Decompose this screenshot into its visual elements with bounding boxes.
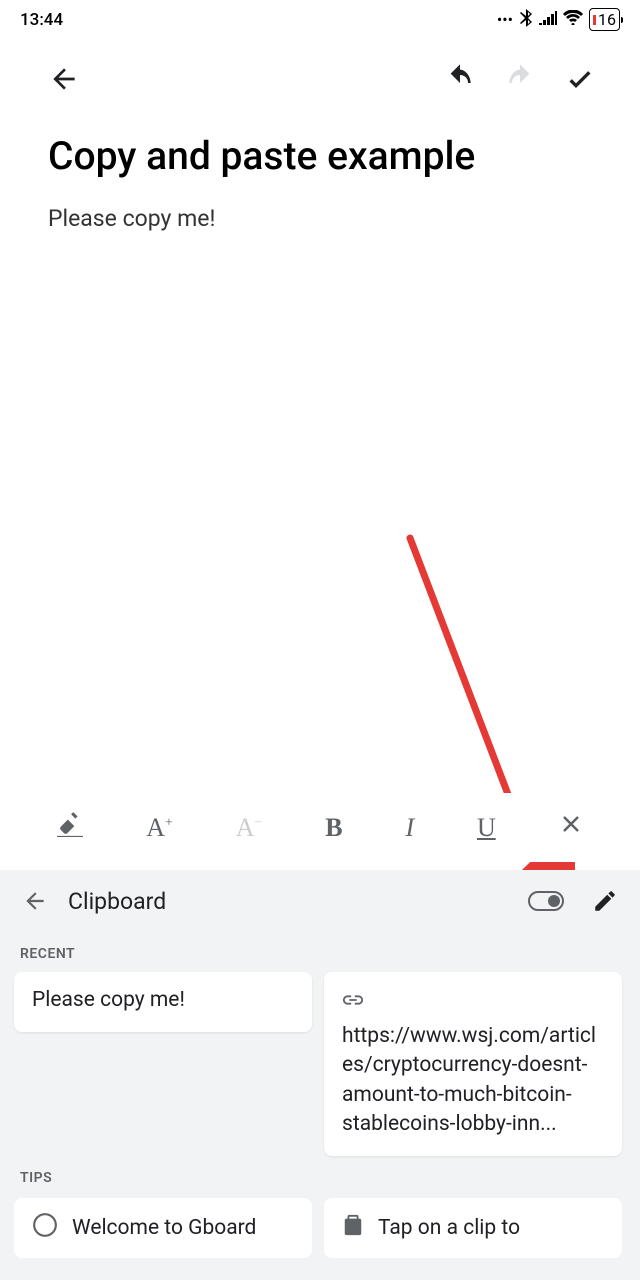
- document-content[interactable]: Copy and paste example Please copy me!: [0, 133, 640, 232]
- document-body[interactable]: Please copy me!: [48, 205, 592, 232]
- signal-icon: [539, 10, 557, 29]
- tip-item[interactable]: Tap on a clip to: [324, 1198, 622, 1258]
- clipboard-icon: [342, 1212, 364, 1244]
- recent-clips: Please copy me! https://www.wsj.com/arti…: [0, 972, 640, 1156]
- more-icon: •••: [497, 10, 513, 29]
- clipboard-back-button[interactable]: [14, 880, 56, 922]
- redo-button[interactable]: [496, 55, 544, 103]
- tip-text: Welcome to Gboard: [72, 1216, 256, 1240]
- tips-label: TIPS: [0, 1156, 640, 1196]
- tip-item[interactable]: Welcome to Gboard: [14, 1198, 312, 1258]
- clipboard-header: Clipboard: [0, 870, 640, 932]
- clip-item[interactable]: Please copy me!: [14, 972, 312, 1032]
- status-time: 13:44: [20, 10, 63, 30]
- smiley-icon: [32, 1212, 58, 1244]
- back-button[interactable]: [40, 55, 88, 103]
- underline-button[interactable]: U: [467, 809, 506, 847]
- app-toolbar: [0, 39, 640, 119]
- format-toolbar: A+ A− B I U: [0, 793, 640, 862]
- tips-row: Welcome to Gboard Tap on a clip to: [0, 1198, 640, 1258]
- clipboard-toggle[interactable]: [520, 883, 572, 919]
- clipboard-title: Clipboard: [68, 888, 508, 915]
- highlight-button[interactable]: [47, 807, 93, 848]
- battery-level: 16: [598, 10, 616, 29]
- toggle-icon: [528, 891, 564, 911]
- clip-item[interactable]: https://www.wsj.com/articles/cryptocurre…: [324, 972, 622, 1156]
- clip-text: Please copy me!: [32, 988, 185, 1012]
- done-button[interactable]: [556, 55, 604, 103]
- document-title[interactable]: Copy and paste example: [48, 133, 592, 179]
- bluetooth-icon: [519, 9, 533, 31]
- italic-button[interactable]: I: [395, 809, 424, 847]
- status-bar: 13:44 ••• 16: [0, 0, 640, 39]
- battery-icon: 16: [589, 8, 620, 31]
- tip-text: Tap on a clip to: [378, 1216, 520, 1240]
- clip-url: https://www.wsj.com/articles/cryptocurre…: [342, 1022, 604, 1140]
- font-increase-button[interactable]: A+: [136, 809, 183, 847]
- undo-button[interactable]: [436, 55, 484, 103]
- font-decrease-button[interactable]: A−: [226, 809, 273, 847]
- clipboard-panel: Clipboard RECENT Please copy me! https:/…: [0, 870, 640, 1280]
- status-indicators: ••• 16: [497, 8, 620, 31]
- wifi-icon: [563, 10, 583, 29]
- clipboard-edit-button[interactable]: [584, 880, 626, 922]
- recent-label: RECENT: [0, 932, 640, 972]
- link-icon: [342, 988, 604, 1012]
- bold-button[interactable]: B: [315, 809, 352, 847]
- close-format-button[interactable]: [549, 808, 593, 847]
